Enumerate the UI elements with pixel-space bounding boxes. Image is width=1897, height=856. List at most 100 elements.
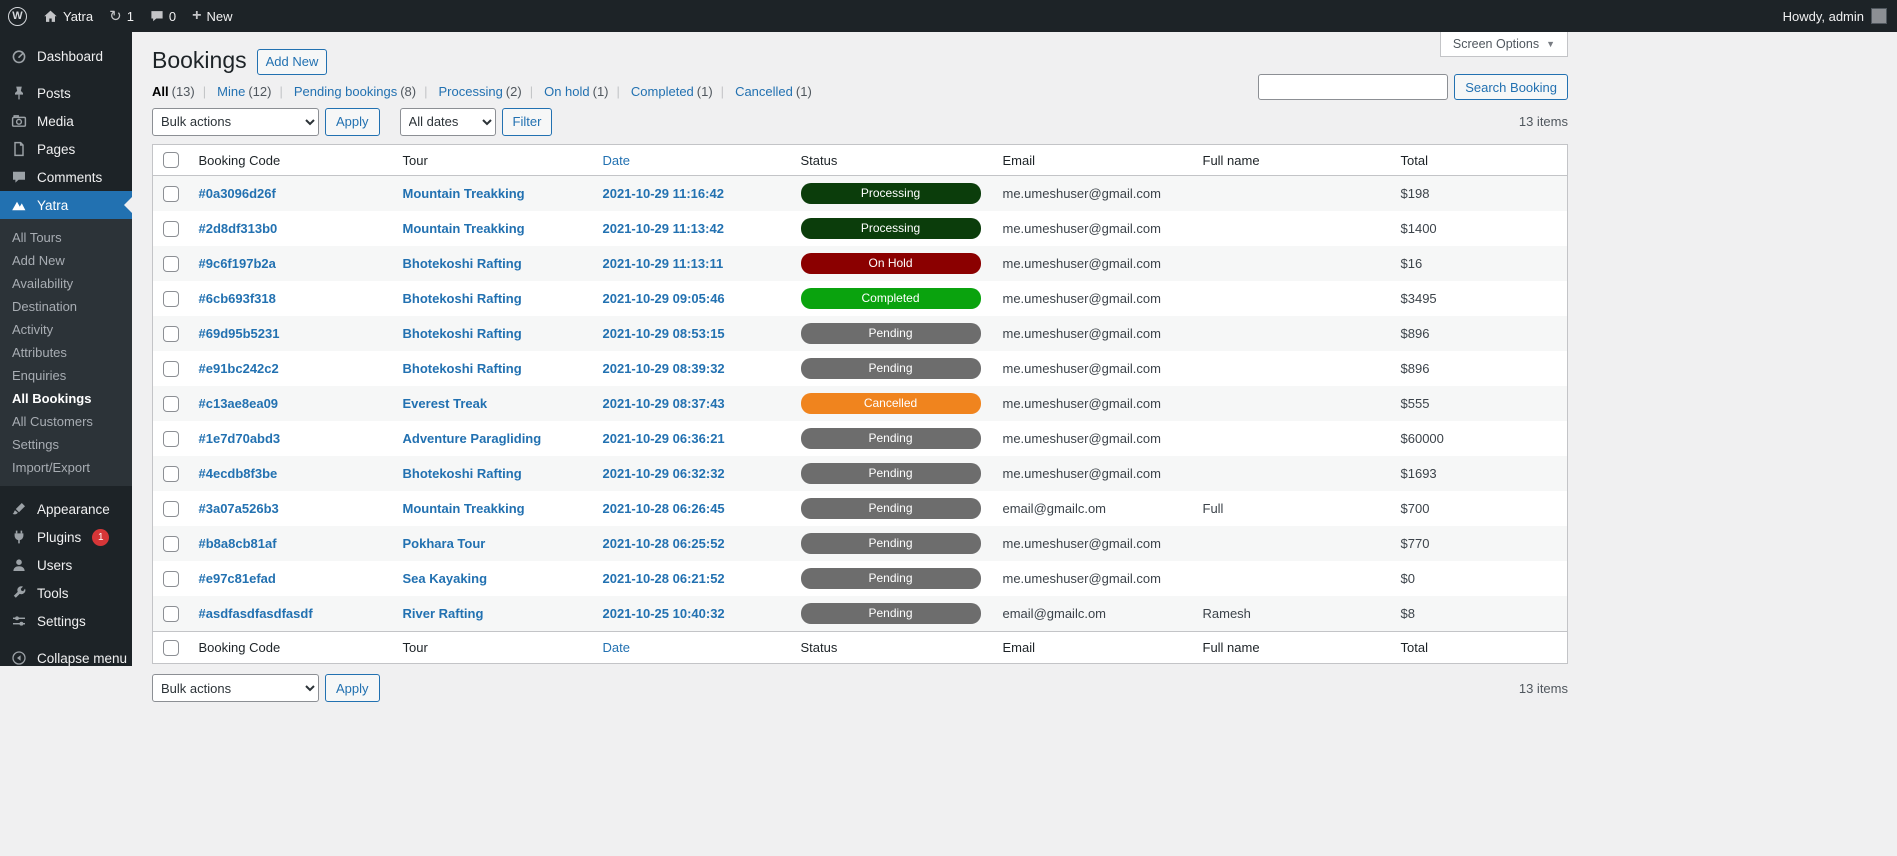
- booking-date-link[interactable]: 2021-10-29 08:39:32: [603, 361, 725, 376]
- tour-link[interactable]: River Rafting: [403, 606, 484, 621]
- add-new-button[interactable]: Add New: [256, 48, 328, 76]
- yatra-submenu-item[interactable]: All Customers: [0, 410, 132, 433]
- booking-code-link[interactable]: #1e7d70abd3: [199, 431, 281, 446]
- tour-link[interactable]: Mountain Treakking: [403, 186, 525, 201]
- filter-button[interactable]: Filter: [501, 107, 553, 136]
- tour-link[interactable]: Adventure Paragliding: [403, 431, 542, 446]
- bulk-actions-select[interactable]: Bulk actions: [152, 107, 319, 136]
- tour-link[interactable]: Sea Kayaking: [403, 571, 488, 586]
- booking-code-link[interactable]: #e91bc242c2: [199, 361, 279, 376]
- booking-date-link[interactable]: 2021-10-25 10:40:32: [603, 606, 725, 621]
- booking-date-link[interactable]: 2021-10-29 09:05:46: [603, 291, 725, 306]
- view-filter-link[interactable]: Pending bookings (8): [271, 84, 416, 99]
- yatra-submenu-item[interactable]: Settings: [0, 433, 132, 456]
- booking-code-link[interactable]: #9c6f197b2a: [199, 256, 276, 271]
- tour-link[interactable]: Bhotekoshi Rafting: [403, 326, 522, 341]
- yatra-submenu-item[interactable]: All Tours: [0, 226, 132, 249]
- sidebar-item-dashboard[interactable]: Dashboard: [0, 42, 132, 70]
- tour-link[interactable]: Everest Treak: [403, 396, 488, 411]
- date-filter-select[interactable]: All dates: [399, 107, 496, 136]
- apply-button-bottom[interactable]: Apply: [325, 674, 380, 703]
- row-checkbox[interactable]: [163, 396, 179, 413]
- yatra-submenu-item[interactable]: Activity: [0, 318, 132, 341]
- sidebar-item-plugins[interactable]: Plugins 1: [0, 523, 132, 551]
- yatra-submenu-item[interactable]: Import/Export: [0, 456, 132, 479]
- booking-code-link[interactable]: #2d8df313b0: [199, 221, 278, 236]
- sidebar-item-users[interactable]: Users: [0, 551, 132, 579]
- row-checkbox[interactable]: [163, 291, 179, 308]
- view-filter-link[interactable]: Cancelled (1): [713, 84, 812, 99]
- row-checkbox[interactable]: [163, 256, 179, 273]
- booking-date-link[interactable]: 2021-10-28 06:21:52: [603, 571, 725, 586]
- row-checkbox[interactable]: [163, 221, 179, 238]
- view-filter-link[interactable]: All (13): [152, 84, 195, 99]
- booking-code-link[interactable]: #3a07a526b3: [199, 501, 279, 516]
- booking-date-link[interactable]: 2021-10-29 08:53:15: [603, 326, 725, 341]
- yatra-submenu-item[interactable]: Attributes: [0, 341, 132, 364]
- account-menu[interactable]: Howdy, admin: [1773, 0, 1897, 32]
- yatra-submenu-item[interactable]: Availability: [0, 272, 132, 295]
- booking-code-link[interactable]: #6cb693f318: [199, 291, 276, 306]
- sidebar-item-tools[interactable]: Tools: [0, 579, 132, 607]
- booking-code-link[interactable]: #e97c81efad: [199, 571, 276, 586]
- view-filter-link[interactable]: Mine (12): [195, 84, 271, 99]
- yatra-submenu-item[interactable]: All Bookings: [0, 387, 132, 410]
- booking-code-link[interactable]: #b8a8cb81af: [199, 536, 277, 551]
- booking-date-link[interactable]: 2021-10-28 06:26:45: [603, 501, 725, 516]
- row-checkbox[interactable]: [163, 466, 179, 483]
- view-filter-link[interactable]: Completed (1): [609, 84, 713, 99]
- sidebar-item-yatra[interactable]: Yatra: [0, 191, 132, 219]
- view-filter-link[interactable]: Processing (2): [416, 84, 521, 99]
- sidebar-item-settings[interactable]: Settings: [0, 607, 132, 635]
- select-all-checkbox-bottom[interactable]: [163, 640, 179, 657]
- select-all-checkbox[interactable]: [163, 152, 179, 169]
- new-content-menu[interactable]: + New: [184, 0, 240, 32]
- booking-code-link[interactable]: #0a3096d26f: [199, 186, 276, 201]
- row-checkbox[interactable]: [163, 186, 179, 203]
- sidebar-item-media[interactable]: Media: [0, 107, 132, 135]
- tour-link[interactable]: Bhotekoshi Rafting: [403, 256, 522, 271]
- booking-date-link[interactable]: 2021-10-29 06:36:21: [603, 431, 725, 446]
- screen-options-button[interactable]: Screen Options ▼: [1439, 32, 1568, 57]
- booking-date-link[interactable]: 2021-10-29 06:32:32: [603, 466, 725, 481]
- bulk-actions-select-bottom[interactable]: Bulk actions: [152, 674, 319, 703]
- updates-menu[interactable]: ↻ 1: [101, 0, 142, 32]
- sort-by-date-link-bottom[interactable]: Date: [603, 640, 630, 655]
- booking-date-link[interactable]: 2021-10-28 06:25:52: [603, 536, 725, 551]
- tour-link[interactable]: Mountain Treakking: [403, 221, 525, 236]
- row-checkbox[interactable]: [163, 606, 179, 623]
- booking-date-link[interactable]: 2021-10-29 11:13:42: [603, 221, 724, 236]
- booking-code-link[interactable]: #69d95b5231: [199, 326, 280, 341]
- apply-button[interactable]: Apply: [325, 107, 380, 136]
- yatra-submenu-item[interactable]: Add New: [0, 249, 132, 272]
- row-checkbox[interactable]: [163, 361, 179, 378]
- tour-link[interactable]: Mountain Treakking: [403, 501, 525, 516]
- collapse-menu-button[interactable]: Collapse menu: [0, 644, 132, 672]
- row-checkbox[interactable]: [163, 326, 179, 343]
- row-checkbox[interactable]: [163, 501, 179, 518]
- booking-code-link[interactable]: #c13ae8ea09: [199, 396, 279, 411]
- tour-link[interactable]: Bhotekoshi Rafting: [403, 466, 522, 481]
- sort-by-date-link[interactable]: Date: [603, 153, 630, 168]
- site-menu[interactable]: Yatra: [35, 0, 101, 32]
- booking-date-link[interactable]: 2021-10-29 11:13:11: [603, 256, 724, 271]
- tour-link[interactable]: Bhotekoshi Rafting: [403, 361, 522, 376]
- sidebar-item-posts[interactable]: Posts: [0, 79, 132, 107]
- view-filter-link[interactable]: On hold (1): [522, 84, 608, 99]
- row-checkbox[interactable]: [163, 571, 179, 588]
- booking-code-link[interactable]: #asdfasdfasdfasdf: [199, 606, 313, 621]
- sidebar-item-appearance[interactable]: Appearance: [0, 495, 132, 523]
- booking-date-link[interactable]: 2021-10-29 08:37:43: [603, 396, 725, 411]
- comments-menu[interactable]: 0: [142, 0, 184, 32]
- row-checkbox[interactable]: [163, 431, 179, 448]
- tour-link[interactable]: Pokhara Tour: [403, 536, 486, 551]
- yatra-submenu-item[interactable]: Enquiries: [0, 364, 132, 387]
- wp-logo-menu[interactable]: W: [0, 0, 35, 32]
- tour-link[interactable]: Bhotekoshi Rafting: [403, 291, 522, 306]
- booking-date-link[interactable]: 2021-10-29 11:16:42: [603, 186, 724, 201]
- yatra-submenu-item[interactable]: Destination: [0, 295, 132, 318]
- sidebar-item-comments[interactable]: Comments: [0, 163, 132, 191]
- sidebar-item-pages[interactable]: Pages: [0, 135, 132, 163]
- row-checkbox[interactable]: [163, 536, 179, 553]
- booking-code-link[interactable]: #4ecdb8f3be: [199, 466, 278, 481]
